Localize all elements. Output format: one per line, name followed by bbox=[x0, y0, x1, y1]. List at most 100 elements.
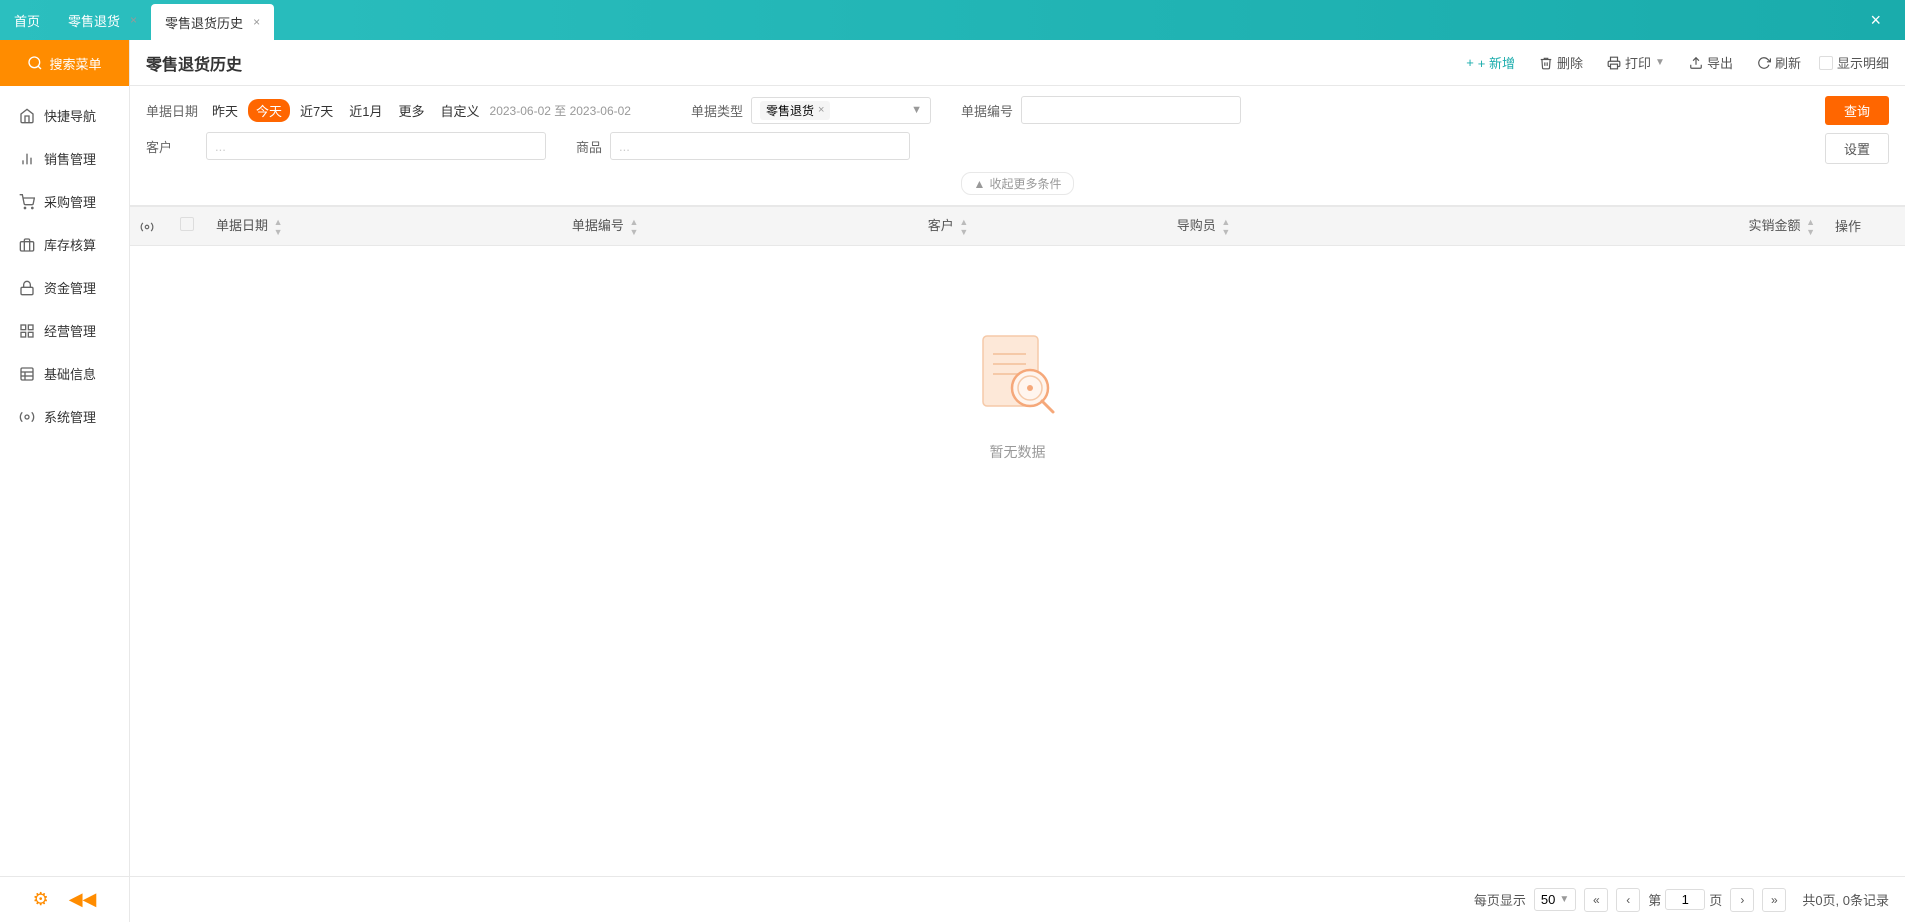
sidebar-item-system-mgmt[interactable]: 系统管理 bbox=[0, 395, 129, 438]
top-bar: 首页 零售退货 × 零售退货历史 × × bbox=[0, 0, 1905, 40]
empty-text: 暂无数据 bbox=[990, 442, 1046, 462]
customer-sort-icons: ▲▼ bbox=[959, 217, 968, 237]
sidebar-item-basic-info[interactable]: 基础信息 bbox=[0, 352, 129, 395]
delete-button[interactable]: 删除 bbox=[1533, 49, 1589, 76]
customer-filter-label: 客户 bbox=[146, 137, 206, 156]
date-opt-7days[interactable]: 近7天 bbox=[294, 99, 339, 122]
type-filter-group: 单据类型 零售退货 × ▼ bbox=[691, 97, 931, 124]
table-body: 暂无数据 bbox=[130, 245, 1905, 542]
page-size-select[interactable]: 50 ▼ bbox=[1534, 888, 1576, 911]
sidebar-item-finance[interactable]: 资金管理 bbox=[0, 266, 129, 309]
tab-retail-return-history-close[interactable]: × bbox=[253, 15, 260, 29]
sidebar-item-basic-info-label: 基础信息 bbox=[44, 364, 96, 383]
goods-filter-group: 商品 ... bbox=[576, 132, 910, 160]
table-header-row: 单据日期 ▲▼ 单据编号 ▲▼ 客户 ▲▼ 导购员 bbox=[130, 207, 1905, 246]
sidebar-item-quick-nav[interactable]: 快捷导航 bbox=[0, 94, 129, 137]
tab-retail-return[interactable]: 零售退货 × bbox=[54, 0, 151, 40]
page-size-label: 每页显示 bbox=[1474, 890, 1526, 909]
sidebar-item-purchase-label: 采购管理 bbox=[44, 192, 96, 211]
type-filter-label: 单据类型 bbox=[691, 101, 743, 120]
search-menu-button[interactable]: 搜索菜单 bbox=[0, 40, 129, 86]
sidebar-settings-icon[interactable]: ⚙ bbox=[33, 889, 49, 910]
prev-page-button[interactable]: ‹ bbox=[1616, 888, 1640, 912]
sidebar-item-inventory[interactable]: 库存核算 bbox=[0, 223, 129, 266]
type-tag-remove[interactable]: × bbox=[818, 104, 824, 116]
table-icon bbox=[18, 365, 36, 383]
date-opt-more[interactable]: 更多 bbox=[393, 99, 431, 122]
collapse-up-icon: ▲ bbox=[974, 177, 986, 191]
tab-retail-return-close[interactable]: × bbox=[130, 13, 137, 27]
show-detail-checkbox[interactable] bbox=[1819, 56, 1833, 70]
tab-retail-return-history-label: 零售退货历史 bbox=[165, 13, 243, 32]
date-opt-today[interactable]: 今天 bbox=[248, 99, 290, 122]
filter-row-1: 单据日期 昨天 今天 近7天 近1月 更多 自定义 2023-06-02 至 2… bbox=[146, 96, 1813, 124]
sidebar-item-finance-label: 资金管理 bbox=[44, 278, 96, 297]
query-button[interactable]: 查询 bbox=[1825, 96, 1889, 125]
add-icon: + bbox=[1466, 55, 1474, 70]
collapse-row: ▲ 收起更多条件 bbox=[146, 168, 1889, 195]
home-icon bbox=[18, 107, 36, 125]
add-button[interactable]: + + 新增 bbox=[1460, 49, 1521, 76]
sidebar-nav: 快捷导航 销售管理 采购管理 库存核算 bbox=[0, 86, 129, 876]
date-filter-label: 单据日期 bbox=[146, 101, 206, 120]
sidebar-item-business[interactable]: 经营管理 bbox=[0, 309, 129, 352]
empty-state: 暂无数据 bbox=[130, 246, 1905, 542]
type-tag-label: 零售退货 bbox=[766, 102, 814, 119]
date-sort-icons: ▲▼ bbox=[274, 217, 283, 237]
number-filter-label: 单据编号 bbox=[961, 101, 1013, 120]
date-opt-yesterday[interactable]: 昨天 bbox=[206, 99, 244, 122]
page-number-input[interactable] bbox=[1665, 889, 1705, 910]
sidebar-item-sales-mgmt[interactable]: 销售管理 bbox=[0, 137, 129, 180]
warehouse-icon bbox=[18, 236, 36, 254]
filter-main-row: 单据日期 昨天 今天 近7天 近1月 更多 自定义 2023-06-02 至 2… bbox=[146, 96, 1889, 168]
first-page-button[interactable]: « bbox=[1584, 888, 1608, 912]
show-detail-checkbox-area[interactable]: 显示明细 bbox=[1819, 53, 1889, 72]
th-customer[interactable]: 客户 ▲▼ bbox=[918, 207, 1167, 246]
th-settings[interactable] bbox=[130, 207, 170, 246]
sidebar-item-purchase-mgmt[interactable]: 采购管理 bbox=[0, 180, 129, 223]
tab-retail-return-label: 零售退货 bbox=[68, 11, 120, 30]
filter-row-2: 客户 ... 商品 ... bbox=[146, 132, 1813, 160]
th-actions-label: 操作 bbox=[1835, 219, 1861, 234]
customer-filter-input[interactable]: ... bbox=[206, 132, 546, 160]
th-date[interactable]: 单据日期 ▲▼ bbox=[206, 207, 562, 246]
table-area: 单据日期 ▲▼ 单据编号 ▲▼ 客户 ▲▼ 导购员 bbox=[130, 206, 1905, 876]
window-close-button[interactable]: × bbox=[1862, 6, 1889, 35]
query-set-wrap: 查询 设置 bbox=[1825, 96, 1889, 164]
th-actions: 操作 bbox=[1825, 207, 1905, 246]
print-button[interactable]: 打印 ▼ bbox=[1601, 49, 1671, 76]
chart-icon bbox=[18, 150, 36, 168]
export-button[interactable]: 导出 bbox=[1683, 49, 1739, 76]
select-all-checkbox[interactable] bbox=[180, 217, 194, 231]
next-page-button[interactable]: › bbox=[1730, 888, 1754, 912]
sidebar-item-system-label: 系统管理 bbox=[44, 407, 96, 426]
th-number[interactable]: 单据编号 ▲▼ bbox=[562, 207, 918, 246]
grid-icon bbox=[18, 322, 36, 340]
goods-filter-label: 商品 bbox=[576, 137, 602, 156]
type-select[interactable]: 零售退货 × ▼ bbox=[751, 97, 931, 124]
delete-icon bbox=[1539, 56, 1553, 70]
th-date-label: 单据日期 bbox=[216, 218, 268, 233]
sidebar-item-sales-label: 销售管理 bbox=[44, 149, 96, 168]
date-opt-custom[interactable]: 自定义 bbox=[435, 99, 486, 122]
collapse-button[interactable]: ▲ 收起更多条件 bbox=[961, 172, 1075, 195]
sidebar-sound-icon[interactable]: ◀◀ bbox=[69, 889, 97, 910]
number-filter-input[interactable] bbox=[1021, 96, 1241, 124]
refresh-button[interactable]: 刷新 bbox=[1751, 49, 1807, 76]
content-area: 零售退货历史 + + 新增 删除 打印 ▼ 导出 bbox=[130, 40, 1905, 922]
set-button[interactable]: 设置 bbox=[1825, 133, 1889, 164]
export-icon bbox=[1689, 56, 1703, 70]
th-amount-label: 实销金额 bbox=[1748, 218, 1800, 233]
th-amount[interactable]: 实销金额 ▲▼ bbox=[1469, 207, 1825, 246]
header-actions: + + 新增 删除 打印 ▼ 导出 刷新 bbox=[1460, 49, 1889, 76]
tab-home[interactable]: 首页 bbox=[0, 0, 54, 40]
th-checkbox[interactable] bbox=[170, 207, 206, 246]
date-opt-1month[interactable]: 近1月 bbox=[343, 99, 388, 122]
th-guide[interactable]: 导购员 ▲▼ bbox=[1167, 207, 1469, 246]
settings-icon bbox=[18, 408, 36, 426]
column-settings-icon[interactable] bbox=[140, 220, 154, 234]
number-sort-icons: ▲▼ bbox=[630, 217, 639, 237]
tab-retail-return-history[interactable]: 零售退货历史 × bbox=[151, 4, 274, 40]
goods-filter-input[interactable]: ... bbox=[610, 132, 910, 160]
last-page-button[interactable]: » bbox=[1762, 888, 1786, 912]
